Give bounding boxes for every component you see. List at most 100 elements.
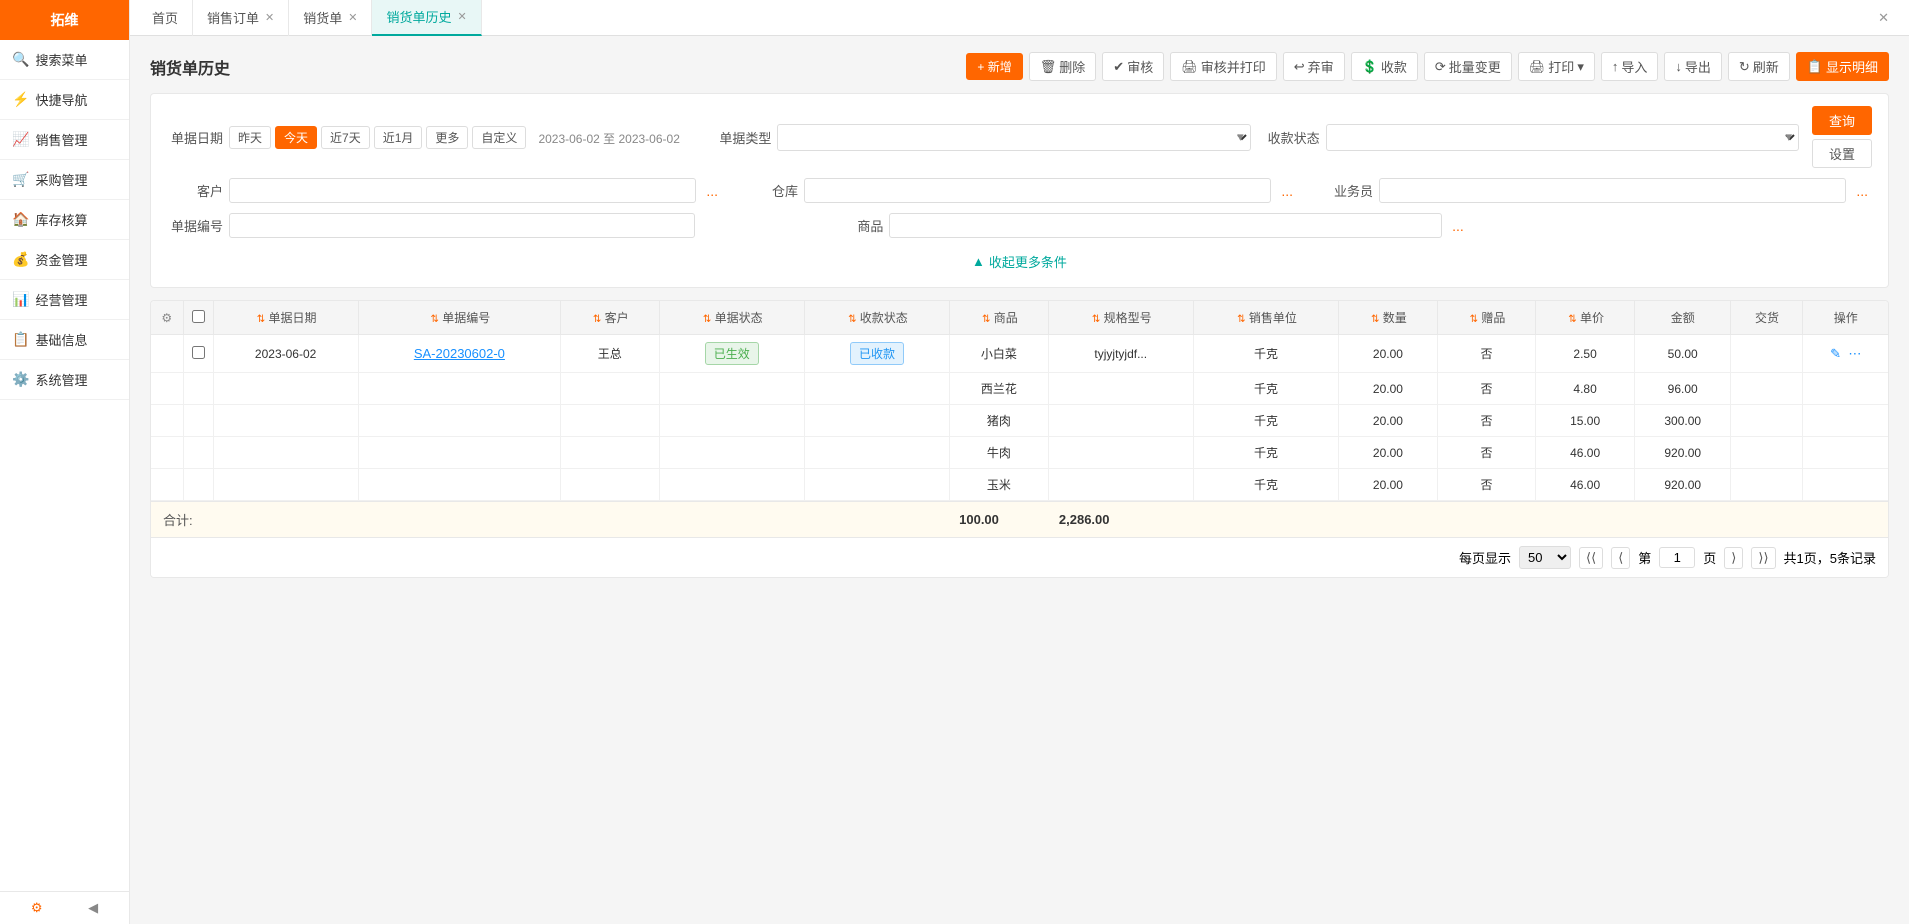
row-delivery [1731,373,1803,405]
show-detail-button[interactable]: 📋 显示明细 [1796,52,1889,81]
page-size-select[interactable]: 10 20 50 100 [1519,546,1571,569]
col-settings[interactable]: ⚙ [151,301,183,335]
row-action [1803,437,1888,469]
row-checkbox[interactable] [183,335,213,373]
docno-input[interactable] [229,213,695,238]
page-header: 销货单历史 + 新增 🗑 删除 ✔ 审核 🖨 审核并打印 ↩ 弃审 [150,52,1889,81]
export-button[interactable]: ↓ 导出 [1664,52,1722,81]
salesperson-ellipsis[interactable]: ... [1852,183,1872,199]
import-button[interactable]: ↑ 导入 [1601,52,1659,81]
sidebar-settings-icon[interactable]: ⚙ [31,900,43,916]
row-delivery [1731,469,1803,501]
row-checkbox[interactable] [183,373,213,405]
row-pay-status [804,405,949,437]
delete-button[interactable]: 🗑 删除 [1029,52,1097,81]
close-icon[interactable]: ✕ [458,10,467,23]
collect-button[interactable]: 💲 收款 [1351,52,1418,81]
select-all-checkbox[interactable] [192,310,205,323]
total-records: 共1页，5条记录 [1784,548,1876,567]
sidebar-item-inventory[interactable]: 🏠 库存核算 [0,200,129,240]
tab-bar-close-button[interactable]: ✕ [1866,10,1901,26]
sidebar-item-purchase-mgmt[interactable]: 🛒 采购管理 [0,160,129,200]
close-icon[interactable]: ✕ [265,11,274,24]
sidebar-item-search-menu[interactable]: 🔍 搜索菜单 [0,40,129,80]
sidebar-item-system-mgmt[interactable]: ⚙️ 系统管理 [0,360,129,400]
sidebar-item-basic-info[interactable]: 📋 基础信息 [0,320,129,360]
date-btn-more[interactable]: 更多 [426,126,468,149]
col-gift[interactable]: ⇅ 赠品 [1437,301,1536,335]
row-checkbox[interactable] [183,405,213,437]
row-delivery [1731,405,1803,437]
col-date[interactable]: ⇅ 单据日期 [213,301,358,335]
refresh-button[interactable]: ↻ 刷新 [1728,52,1790,81]
salesperson-input[interactable] [1379,178,1846,203]
row-checkbox[interactable] [183,469,213,501]
sidebar-item-label: 基础信息 [35,330,87,349]
col-spec[interactable]: ⇅ 规格型号 [1048,301,1193,335]
doc-type-select[interactable] [777,124,1251,151]
pay-status-select[interactable] [1326,124,1800,151]
row-doc-status [659,469,804,501]
col-goods[interactable]: ⇅ 商品 [950,301,1049,335]
tab-sales-invoice[interactable]: 销货单 ✕ [289,0,372,36]
date-btn-custom[interactable]: 自定义 [472,126,526,149]
audit-button[interactable]: ✔ 审核 [1102,52,1164,81]
goods-ellipsis[interactable]: ... [1448,218,1468,234]
tab-home[interactable]: 首页 [138,0,193,36]
row-doc-status [659,373,804,405]
audit-print-button[interactable]: 🖨 审核并打印 [1170,52,1277,81]
row-docno[interactable]: SA-20230602-0 [358,335,560,373]
row-select-checkbox[interactable] [192,346,205,359]
batch-change-button[interactable]: ⟳ 批量变更 [1424,52,1512,81]
next-page-button[interactable]: ⟩ [1724,547,1743,569]
date-btn-yesterday[interactable]: 昨天 [229,126,271,149]
sidebar-item-quick-nav[interactable]: ⚡ 快捷导航 [0,80,129,120]
warehouse-ellipsis[interactable]: ... [1277,183,1297,199]
first-page-button[interactable]: ⟨⟨ [1579,547,1603,569]
col-checkbox[interactable] [183,301,213,335]
warehouse-input[interactable] [804,178,1271,203]
query-button[interactable]: 查询 [1812,106,1872,135]
date-btn-today[interactable]: 今天 [275,126,317,149]
row-pay-status [804,437,949,469]
setting-button[interactable]: 设置 [1812,139,1872,168]
tab-sales-order[interactable]: 销售订单 ✕ [193,0,289,36]
col-pay-status[interactable]: ⇅ 收款状态 [804,301,949,335]
sidebar-item-sales-mgmt[interactable]: 📈 销售管理 [0,120,129,160]
col-customer[interactable]: ⇅ 客户 [561,301,660,335]
more-icon[interactable]: ⋯ [1848,346,1861,361]
sidebar-collapse-icon[interactable]: ◀ [88,900,98,916]
tab-sales-history[interactable]: 销货单历史 ✕ [372,0,481,36]
sidebar-item-operations-mgmt[interactable]: 📊 经营管理 [0,280,129,320]
date-btn-7days[interactable]: 近7天 [321,126,370,149]
row-customer [561,373,660,405]
last-page-button[interactable]: ⟩⟩ [1751,547,1775,569]
col-qty[interactable]: ⇅ 数量 [1339,301,1438,335]
edit-icon[interactable]: ✎ [1830,346,1841,361]
prev-page-button[interactable]: ⟨ [1611,547,1630,569]
row-checkbox[interactable] [183,437,213,469]
row-docno[interactable] [358,437,560,469]
customer-input[interactable] [229,178,696,203]
new-button[interactable]: + 新增 [966,53,1022,80]
goods-input[interactable] [889,213,1442,238]
row-qty: 20.00 [1339,373,1438,405]
row-docno[interactable] [358,469,560,501]
abandon-button[interactable]: ↩ 弃审 [1283,52,1345,81]
row-date [213,405,358,437]
col-price[interactable]: ⇅ 单价 [1536,301,1635,335]
print-button[interactable]: 🖨 打印 ▾ [1518,52,1595,81]
col-docno[interactable]: ⇅ 单据编号 [358,301,560,335]
sort-icon: ⇅ [703,314,711,325]
collapse-filter-button[interactable]: ▲ 收起更多条件 [167,248,1872,275]
col-unit[interactable]: ⇅ 销售单位 [1193,301,1338,335]
customer-ellipsis[interactable]: ... [702,183,722,199]
sidebar-item-finance-mgmt[interactable]: 💰 资金管理 [0,240,129,280]
date-btn-1month[interactable]: 近1月 [374,126,423,149]
row-settings [151,335,183,373]
col-doc-status[interactable]: ⇅ 单据状态 [659,301,804,335]
close-icon[interactable]: ✕ [348,11,357,24]
page-number-input[interactable] [1659,547,1695,568]
row-docno[interactable] [358,405,560,437]
row-docno[interactable] [358,373,560,405]
